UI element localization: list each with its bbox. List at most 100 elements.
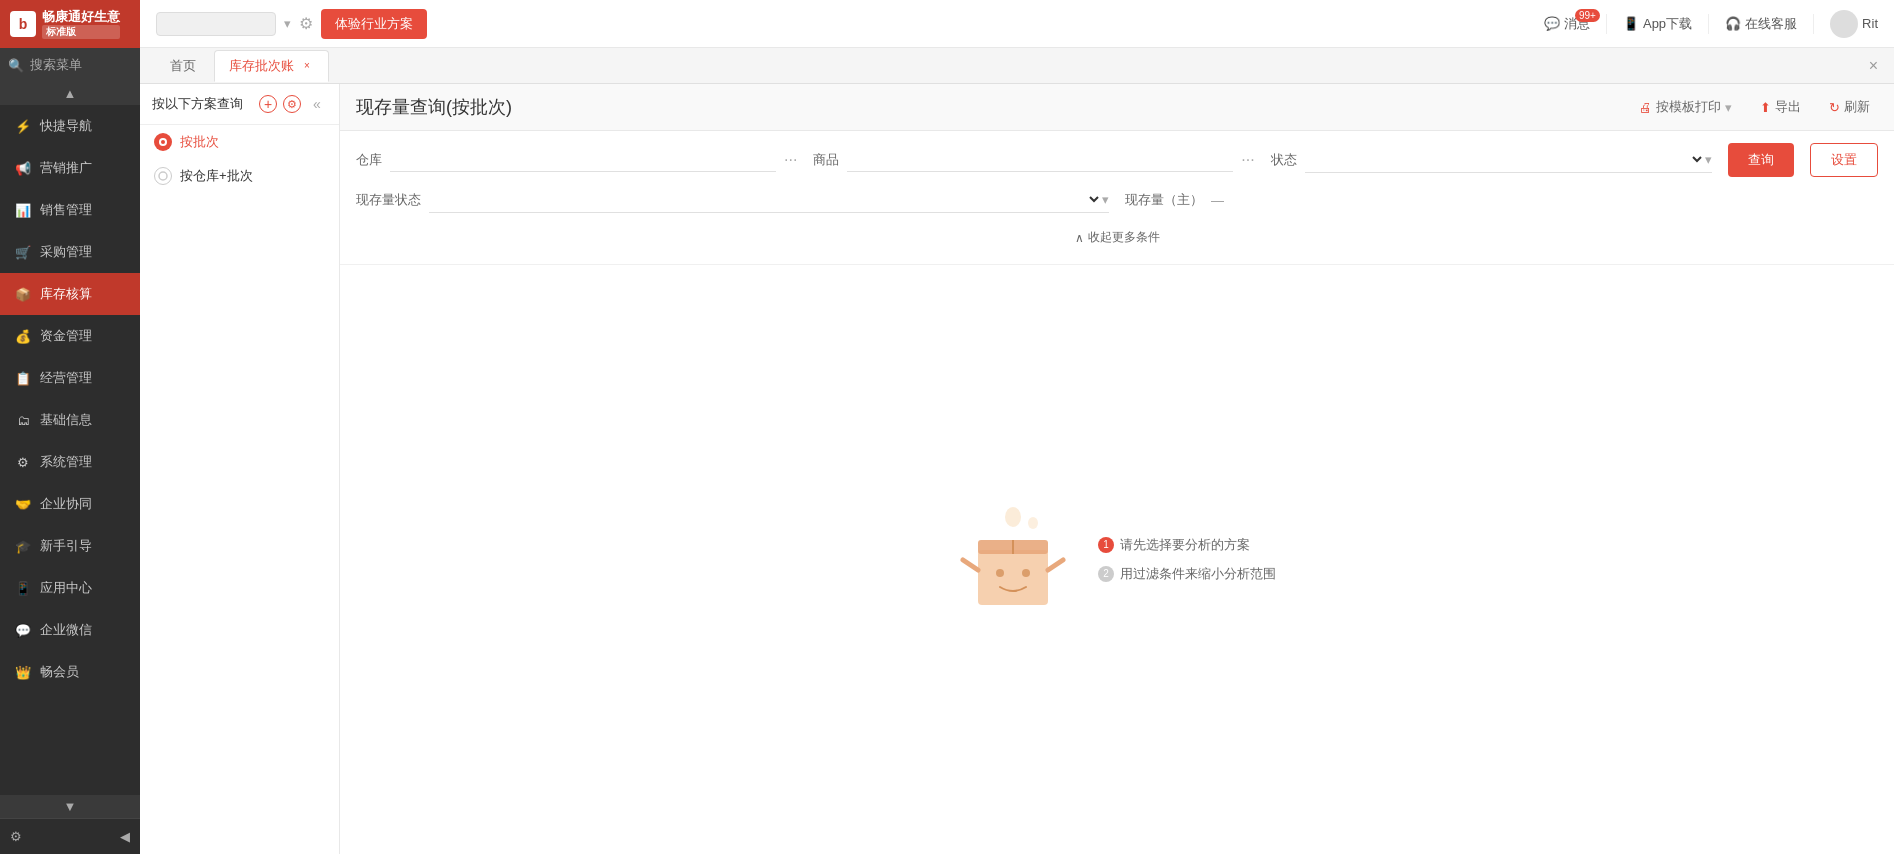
left-panel: 按以下方案查询 + ⚙ « 按批次 按仓库+批次 bbox=[140, 84, 340, 854]
footer-settings-icon[interactable]: ⚙ bbox=[10, 829, 22, 844]
breadcrumb-input[interactable] bbox=[156, 12, 276, 36]
sidebar-footer: ⚙ ◀ bbox=[0, 818, 140, 854]
sidebar-item-inventory[interactable]: 📦 库存核算 bbox=[0, 273, 140, 315]
sidebar-item-quick-nav[interactable]: ⚡ 快捷导航 bbox=[0, 105, 140, 147]
sidebar-label-operations: 经营管理 bbox=[40, 369, 92, 387]
print-dropdown-icon[interactable]: ▾ bbox=[1725, 100, 1732, 115]
svg-point-11 bbox=[1028, 517, 1038, 529]
filter-row-2: 现存量状态 ▾ 现存量（主） — bbox=[356, 187, 1878, 213]
sidebar-item-operations[interactable]: 📋 经营管理 bbox=[0, 357, 140, 399]
quick-nav-icon: ⚡ bbox=[14, 117, 32, 135]
product-dots[interactable]: ··· bbox=[1241, 151, 1254, 169]
print-button[interactable]: 🖨 按模板打印 ▾ bbox=[1631, 94, 1740, 120]
sidebar-item-newbie[interactable]: 🎓 新手引导 bbox=[0, 525, 140, 567]
scheme-item-by-warehouse-batch[interactable]: 按仓库+批次 bbox=[140, 159, 339, 193]
topbar-settings-icon[interactable]: ⚙ bbox=[299, 14, 313, 33]
content-area: 按以下方案查询 + ⚙ « 按批次 按仓库+批次 bbox=[140, 84, 1894, 854]
warehouse-label: 仓库 bbox=[356, 151, 382, 169]
sidebar-item-marketing[interactable]: 📢 营销推广 bbox=[0, 147, 140, 189]
sidebar-header: b 畅康通好生意 标准版 bbox=[0, 0, 140, 48]
sidebar-label-purchase: 采购管理 bbox=[40, 243, 92, 261]
sidebar-label-newbie: 新手引导 bbox=[40, 537, 92, 555]
sidebar-label-marketing: 营销推广 bbox=[40, 159, 92, 177]
settings-button[interactable]: 设置 bbox=[1810, 143, 1878, 177]
filter-product: 商品 ··· bbox=[813, 148, 1254, 172]
sidebar-item-appstore[interactable]: 📱 应用中心 bbox=[0, 567, 140, 609]
topbar-right: 💬 消息 99+ 📱 App下载 🎧 在线客服 Rit bbox=[1544, 10, 1878, 38]
scheme-settings-icon[interactable]: ⚙ bbox=[283, 95, 301, 113]
refresh-button[interactable]: ↻ 刷新 bbox=[1821, 94, 1878, 120]
svg-point-2 bbox=[159, 172, 167, 180]
collapse-filter-button[interactable]: ∧ 收起更多条件 bbox=[356, 223, 1878, 252]
sidebar-item-basic[interactable]: 🗂 基础信息 bbox=[0, 399, 140, 441]
query-button[interactable]: 查询 bbox=[1728, 143, 1794, 177]
topbar-divider-1 bbox=[1606, 14, 1607, 34]
headset-icon: 🎧 bbox=[1725, 16, 1741, 31]
user-avatar-button[interactable]: Rit bbox=[1830, 10, 1878, 38]
sidebar-search[interactable]: 🔍 搜索菜单 bbox=[0, 48, 140, 82]
notification-button[interactable]: 💬 消息 99+ bbox=[1544, 15, 1590, 33]
filter-current-stock: 现存量（主） — bbox=[1125, 191, 1878, 209]
sidebar-item-member[interactable]: 👑 畅会员 bbox=[0, 651, 140, 693]
sidebar-item-sales[interactable]: 📊 销售管理 bbox=[0, 189, 140, 231]
sidebar-item-finance[interactable]: 💰 资金管理 bbox=[0, 315, 140, 357]
notification-badge: 99+ bbox=[1575, 9, 1600, 22]
hint-text-2: 用过滤条件来缩小分析范围 bbox=[1120, 564, 1276, 585]
sidebar-item-purchase[interactable]: 🛒 采购管理 bbox=[0, 231, 140, 273]
add-scheme-button[interactable]: + bbox=[259, 95, 277, 113]
left-panel-actions: + ⚙ « bbox=[259, 94, 327, 114]
topbar-left: ▾ ⚙ 体验行业方案 bbox=[156, 9, 1534, 39]
left-panel-title: 按以下方案查询 bbox=[152, 95, 243, 113]
warehouse-dots[interactable]: ··· bbox=[784, 151, 797, 169]
experience-industry-button[interactable]: 体验行业方案 bbox=[321, 9, 427, 39]
app-version: 标准版 bbox=[42, 25, 120, 39]
scroll-up-indicator[interactable]: ▲ bbox=[0, 82, 140, 105]
search-icon: 🔍 bbox=[8, 58, 24, 73]
svg-point-6 bbox=[996, 569, 1004, 577]
finance-icon: 💰 bbox=[14, 327, 32, 345]
stock-status-dropdown-icon: ▾ bbox=[1102, 192, 1109, 207]
product-input[interactable] bbox=[847, 148, 1233, 172]
scheme-item-by-batch[interactable]: 按批次 bbox=[140, 125, 339, 159]
scheme-inactive-icon bbox=[154, 167, 172, 185]
page-close-button[interactable]: × bbox=[1869, 57, 1878, 75]
scroll-down-indicator[interactable]: ▼ bbox=[0, 795, 140, 818]
scheme-label-by-warehouse-batch: 按仓库+批次 bbox=[180, 167, 253, 185]
stock-status-select[interactable] bbox=[429, 191, 1102, 208]
sidebar-item-system[interactable]: ⚙ 系统管理 bbox=[0, 441, 140, 483]
app-download-button[interactable]: 📱 App下载 bbox=[1623, 15, 1692, 33]
export-label: 导出 bbox=[1775, 98, 1801, 116]
enterprise-icon: 🤝 bbox=[14, 495, 32, 513]
page-actions: 🖨 按模板打印 ▾ ⬆ 导出 ↻ 刷新 bbox=[1631, 94, 1878, 120]
filter-row-1: 仓库 ··· 商品 ··· 状态 bbox=[356, 143, 1878, 177]
topbar-divider-3 bbox=[1813, 14, 1814, 34]
empty-hint-2: 2 用过滤条件来缩小分析范围 bbox=[1098, 564, 1276, 585]
empty-hints: 1 请先选择要分析的方案 2 用过滤条件来缩小分析范围 bbox=[1098, 535, 1276, 585]
sidebar-item-wechat[interactable]: 💬 企业微信 bbox=[0, 609, 140, 651]
export-button[interactable]: ⬆ 导出 bbox=[1752, 94, 1809, 120]
warehouse-input[interactable] bbox=[390, 148, 776, 172]
wechat-icon: 💬 bbox=[14, 621, 32, 639]
footer-collapse-icon[interactable]: ◀ bbox=[120, 829, 130, 844]
status-select[interactable] bbox=[1305, 151, 1705, 168]
page-header: 现存量查询(按批次) 🖨 按模板打印 ▾ ⬆ 导出 ↻ 刷新 bbox=[340, 84, 1894, 131]
phone-icon: 📱 bbox=[1623, 16, 1639, 31]
hint-text-1: 请先选择要分析的方案 bbox=[1120, 535, 1250, 556]
panel-collapse-icon[interactable]: « bbox=[307, 94, 327, 114]
tab-inventory-batch[interactable]: 库存批次账 × bbox=[214, 50, 329, 82]
tab-close-icon[interactable]: × bbox=[300, 59, 314, 73]
print-label: 按模板打印 bbox=[1656, 98, 1721, 116]
sidebar-item-enterprise[interactable]: 🤝 企业协同 bbox=[0, 483, 140, 525]
avatar bbox=[1830, 10, 1858, 38]
refresh-label: 刷新 bbox=[1844, 98, 1870, 116]
online-service-button[interactable]: 🎧 在线客服 bbox=[1725, 15, 1797, 33]
tab-home[interactable]: 首页 bbox=[156, 51, 210, 81]
close-icon: × bbox=[304, 60, 310, 71]
tab-home-label: 首页 bbox=[170, 57, 196, 75]
collapse-icon: ∧ bbox=[1075, 231, 1084, 245]
sidebar-label-quick-nav: 快捷导航 bbox=[40, 117, 92, 135]
breadcrumb-dropdown-icon[interactable]: ▾ bbox=[284, 16, 291, 31]
collapse-label: 收起更多条件 bbox=[1088, 229, 1160, 246]
main-area: ▾ ⚙ 体验行业方案 💬 消息 99+ 📱 App下载 🎧 在线客服 bbox=[140, 0, 1894, 854]
svg-point-10 bbox=[1005, 507, 1021, 527]
